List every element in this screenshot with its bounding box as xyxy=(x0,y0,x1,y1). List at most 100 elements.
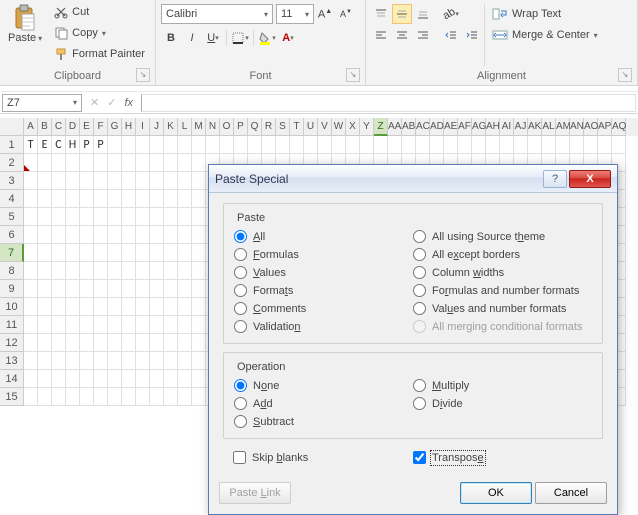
dialog-titlebar[interactable]: Paste Special ? X xyxy=(209,165,617,193)
cell[interactable] xyxy=(136,190,150,208)
column-header[interactable]: K xyxy=(164,118,178,136)
name-box[interactable]: Z7▾ xyxy=(2,94,82,112)
row-header[interactable]: 14 xyxy=(0,370,24,388)
column-header[interactable]: E xyxy=(80,118,94,136)
align-right-button[interactable] xyxy=(413,25,433,45)
cell[interactable] xyxy=(514,136,528,154)
cell[interactable] xyxy=(38,352,52,370)
cell[interactable] xyxy=(150,280,164,298)
operation-radio[interactable]: Add xyxy=(234,397,413,410)
cell[interactable] xyxy=(80,190,94,208)
column-header[interactable]: F xyxy=(94,118,108,136)
bold-button[interactable]: B xyxy=(161,28,181,48)
paste-radio[interactable]: All using Source theme xyxy=(413,230,592,243)
column-header[interactable]: T xyxy=(290,118,304,136)
cell[interactable] xyxy=(80,280,94,298)
row-header[interactable]: 6 xyxy=(0,226,24,244)
cell[interactable] xyxy=(136,316,150,334)
cell[interactable] xyxy=(402,136,416,154)
cell[interactable] xyxy=(24,280,38,298)
align-middle-button[interactable] xyxy=(392,4,412,24)
cell[interactable] xyxy=(388,136,402,154)
enter-formula-icon[interactable]: ✓ xyxy=(107,96,116,109)
cell[interactable] xyxy=(80,316,94,334)
border-button[interactable]: ▾ xyxy=(230,28,250,48)
cell[interactable] xyxy=(38,334,52,352)
cell[interactable] xyxy=(220,136,234,154)
cell[interactable] xyxy=(122,388,136,406)
italic-button[interactable]: I xyxy=(182,28,202,48)
cell[interactable] xyxy=(178,172,192,190)
operation-radio[interactable]: None xyxy=(234,379,413,392)
column-header[interactable]: C xyxy=(52,118,66,136)
cell[interactable] xyxy=(164,352,178,370)
operation-radio[interactable]: Divide xyxy=(413,397,592,410)
paste-link-button[interactable]: Paste Link xyxy=(219,482,291,504)
cell[interactable] xyxy=(136,208,150,226)
column-header[interactable]: AN xyxy=(570,118,584,136)
cell[interactable] xyxy=(24,226,38,244)
paste-radio[interactable]: All xyxy=(234,230,413,243)
cell[interactable] xyxy=(164,388,178,406)
cell[interactable] xyxy=(108,190,122,208)
cell[interactable] xyxy=(178,388,192,406)
paste-dropdown-icon[interactable]: ▾ xyxy=(38,34,42,43)
radio-input[interactable] xyxy=(413,284,426,297)
cell[interactable] xyxy=(38,370,52,388)
cell[interactable] xyxy=(570,136,584,154)
column-header[interactable]: D xyxy=(66,118,80,136)
cell[interactable] xyxy=(52,352,66,370)
cell[interactable] xyxy=(122,244,136,262)
cell[interactable] xyxy=(38,154,52,172)
cell[interactable] xyxy=(164,226,178,244)
cell[interactable] xyxy=(52,154,66,172)
paste-radio[interactable]: Values xyxy=(234,266,413,279)
cell[interactable] xyxy=(192,352,206,370)
cell[interactable] xyxy=(66,208,80,226)
paste-radio[interactable]: Values and number formats xyxy=(413,302,592,315)
cell[interactable] xyxy=(528,136,542,154)
cell[interactable] xyxy=(94,352,108,370)
cell[interactable] xyxy=(136,388,150,406)
column-header[interactable]: AP xyxy=(598,118,612,136)
cell[interactable] xyxy=(66,316,80,334)
radio-input[interactable] xyxy=(234,320,247,333)
column-header[interactable]: V xyxy=(318,118,332,136)
cell[interactable] xyxy=(80,226,94,244)
cell[interactable] xyxy=(122,298,136,316)
cell[interactable] xyxy=(122,172,136,190)
cell[interactable] xyxy=(192,334,206,352)
column-header[interactable]: X xyxy=(346,118,360,136)
cell[interactable] xyxy=(136,226,150,244)
cell[interactable] xyxy=(276,136,290,154)
cell[interactable] xyxy=(108,370,122,388)
cell[interactable] xyxy=(80,244,94,262)
font-size-combo[interactable]: 11▾ xyxy=(276,4,314,24)
cell[interactable] xyxy=(66,154,80,172)
cell[interactable] xyxy=(192,172,206,190)
cell[interactable] xyxy=(52,388,66,406)
cell[interactable] xyxy=(24,316,38,334)
font-launcher-icon[interactable]: ↘ xyxy=(346,68,360,82)
cell[interactable] xyxy=(164,298,178,316)
cell[interactable] xyxy=(542,136,556,154)
cell[interactable] xyxy=(430,136,444,154)
cell[interactable]: T xyxy=(24,136,38,154)
cell[interactable] xyxy=(94,154,108,172)
row-header[interactable]: 2 xyxy=(0,154,24,172)
column-header[interactable]: N xyxy=(206,118,220,136)
cell[interactable] xyxy=(38,298,52,316)
cell[interactable] xyxy=(80,334,94,352)
cell[interactable] xyxy=(150,334,164,352)
column-header[interactable]: AO xyxy=(584,118,598,136)
cell[interactable] xyxy=(108,352,122,370)
font-color-button[interactable]: A▾ xyxy=(278,28,298,48)
column-header[interactable]: AA xyxy=(388,118,402,136)
cell[interactable]: E xyxy=(38,136,52,154)
cell[interactable] xyxy=(38,244,52,262)
cell[interactable] xyxy=(192,154,206,172)
dialog-help-button[interactable]: ? xyxy=(543,170,567,188)
column-header[interactable]: J xyxy=(150,118,164,136)
radio-input[interactable] xyxy=(234,379,247,392)
column-header[interactable]: H xyxy=(122,118,136,136)
